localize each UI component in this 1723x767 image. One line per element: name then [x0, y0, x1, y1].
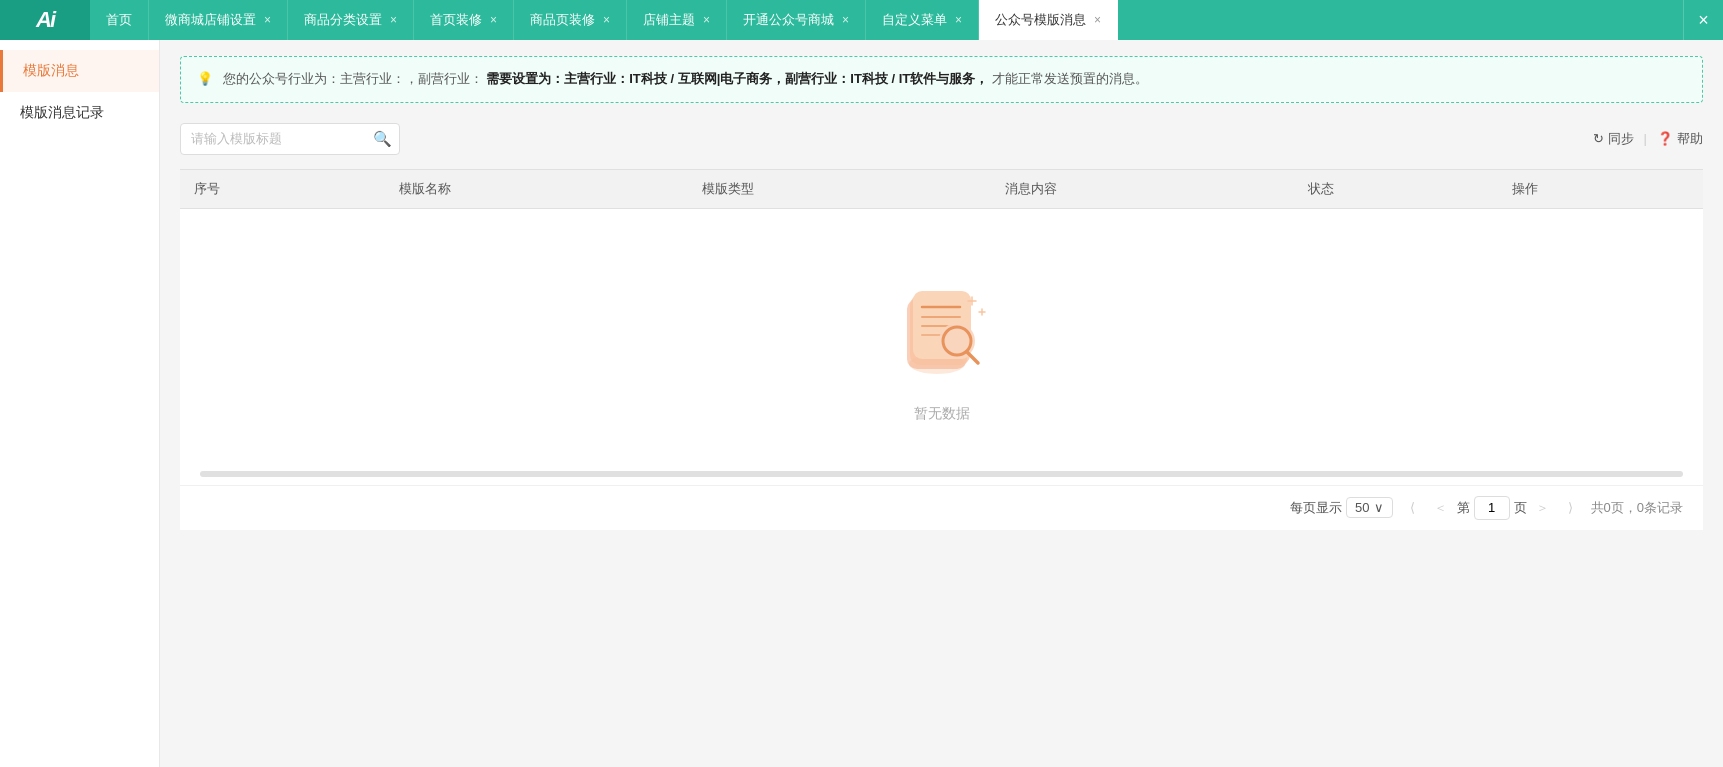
sidebar-item-template-msg-record[interactable]: 模版消息记录: [0, 92, 159, 134]
table-header-type: 模版类型: [688, 169, 991, 208]
help-label: 帮助: [1677, 130, 1703, 148]
tab-label: 店铺主题: [643, 11, 695, 29]
divider: |: [1644, 131, 1647, 146]
tab-label: 首页: [106, 11, 132, 29]
page-size-select: 每页显示 50 ∨: [1290, 497, 1392, 518]
tab-micro-shop[interactable]: 微商城店铺设置 ×: [149, 0, 288, 40]
tab-close-icon[interactable]: ×: [390, 14, 397, 26]
page-size-value: 50: [1355, 500, 1369, 515]
notice-icon: 💡: [197, 71, 213, 86]
sidebar: 模版消息模版消息记录: [0, 40, 160, 767]
help-icon: ❓: [1657, 131, 1673, 146]
notice-text-after: 才能正常发送预置的消息。: [992, 71, 1148, 86]
table-header-status: 状态: [1294, 169, 1499, 208]
tab-open-mall[interactable]: 开通公众号商城 ×: [727, 0, 866, 40]
tab-label: 首页装修: [430, 11, 482, 29]
data-table: 序号模版名称模版类型消息内容状态操作: [180, 169, 1703, 463]
page-label-after: 页: [1514, 499, 1527, 517]
next-page-button[interactable]: ＞: [1531, 496, 1555, 520]
close-all-button[interactable]: ×: [1683, 0, 1723, 40]
tab-custom-menu[interactable]: 自定义菜单 ×: [866, 0, 979, 40]
last-page-button[interactable]: ⟩: [1559, 496, 1583, 520]
tab-template-msg[interactable]: 公众号模版消息 ×: [979, 0, 1118, 40]
sync-label: 同步: [1608, 130, 1634, 148]
tab-close-icon[interactable]: ×: [490, 14, 497, 26]
tab-label: 开通公众号商城: [743, 11, 834, 29]
page-nav: ⟨ ＜ 第 页 ＞ ⟩: [1401, 496, 1583, 520]
horizontal-scrollbar[interactable]: [200, 471, 1683, 477]
search-input[interactable]: [180, 123, 400, 155]
empty-text: 暂无数据: [914, 405, 970, 423]
table-header: 序号模版名称模版类型消息内容状态操作: [180, 169, 1703, 208]
notice-banner: 💡 您的公众号行业为：主营行业：，副营行业： 需要设置为：主营行业：IT科技 /…: [180, 56, 1703, 103]
tab-label: 微商城店铺设置: [165, 11, 256, 29]
notice-text-highlight: 需要设置为：主营行业：IT科技 / 互联网|电子商务，副营行业：IT科技 / I…: [486, 71, 988, 86]
tab-close-icon[interactable]: ×: [264, 14, 271, 26]
tab-close-icon[interactable]: ×: [955, 14, 962, 26]
app-logo: Ai: [0, 0, 90, 40]
search-bar: 🔍 ↻ 同步 | ❓ 帮助: [180, 123, 1703, 155]
table-header-row: 序号模版名称模版类型消息内容状态操作: [180, 169, 1703, 208]
tab-home[interactable]: 首页: [90, 0, 149, 40]
tab-product-page[interactable]: 商品页装修 ×: [514, 0, 627, 40]
tabs-area: 首页微商城店铺设置×商品分类设置×首页装修×商品页装修×店铺主题×开通公众号商城…: [90, 0, 1683, 40]
table-header-index: 序号: [180, 169, 385, 208]
table-header-action: 操作: [1498, 169, 1703, 208]
empty-row: 暂无数据: [180, 208, 1703, 463]
sidebar-item-template-msg[interactable]: 模版消息: [0, 50, 159, 92]
tab-label: 公众号模版消息: [995, 11, 1086, 29]
top-nav: Ai 首页微商城店铺设置×商品分类设置×首页装修×商品页装修×店铺主题×开通公众…: [0, 0, 1723, 40]
search-input-wrap: 🔍: [180, 123, 400, 155]
tab-home-decor[interactable]: 首页装修 ×: [414, 0, 514, 40]
tab-close-icon[interactable]: ×: [842, 14, 849, 26]
page-size-label: 每页显示: [1290, 499, 1342, 517]
tab-label: 商品页装修: [530, 11, 595, 29]
sync-button[interactable]: ↻ 同步: [1593, 130, 1634, 148]
empty-illustration: [882, 269, 1002, 389]
tab-close-icon[interactable]: ×: [703, 14, 710, 26]
tab-store-theme[interactable]: 店铺主题 ×: [627, 0, 727, 40]
notice-text-before: 您的公众号行业为：主营行业：，副营行业：: [223, 71, 483, 86]
scrollbar-area: [180, 463, 1703, 485]
page-size-dropdown[interactable]: 50 ∨: [1346, 497, 1392, 518]
table-header-name: 模版名称: [385, 169, 688, 208]
tab-label: 自定义菜单: [882, 11, 947, 29]
page-label-before: 第: [1457, 499, 1470, 517]
tab-label: 商品分类设置: [304, 11, 382, 29]
chevron-down-icon: ∨: [1374, 500, 1384, 515]
prev-page-button[interactable]: ＜: [1429, 496, 1453, 520]
main-layout: 模版消息模版消息记录 💡 您的公众号行业为：主营行业：，副营行业： 需要设置为：…: [0, 40, 1723, 767]
tab-close-icon[interactable]: ×: [603, 14, 610, 26]
sync-icon: ↻: [1593, 131, 1604, 146]
help-button[interactable]: ❓ 帮助: [1657, 130, 1703, 148]
tab-close-icon[interactable]: ×: [1094, 14, 1101, 26]
page-number-input[interactable]: [1474, 496, 1510, 520]
empty-state: 暂无数据: [180, 209, 1703, 463]
table-container: 序号模版名称模版类型消息内容状态操作: [180, 169, 1703, 485]
tab-product-category[interactable]: 商品分类设置 ×: [288, 0, 414, 40]
table-body: 暂无数据: [180, 208, 1703, 463]
first-page-button[interactable]: ⟨: [1401, 496, 1425, 520]
toolbar-right: ↻ 同步 | ❓ 帮助: [1593, 130, 1703, 148]
search-button[interactable]: 🔍: [373, 130, 392, 148]
pagination-bar: 每页显示 50 ∨ ⟨ ＜ 第 页 ＞ ⟩ 共0页，0条记录: [180, 485, 1703, 530]
total-info: 共0页，0条记录: [1591, 499, 1683, 517]
content-area: 💡 您的公众号行业为：主营行业：，副营行业： 需要设置为：主营行业：IT科技 /…: [160, 40, 1723, 767]
table-header-content: 消息内容: [991, 169, 1294, 208]
